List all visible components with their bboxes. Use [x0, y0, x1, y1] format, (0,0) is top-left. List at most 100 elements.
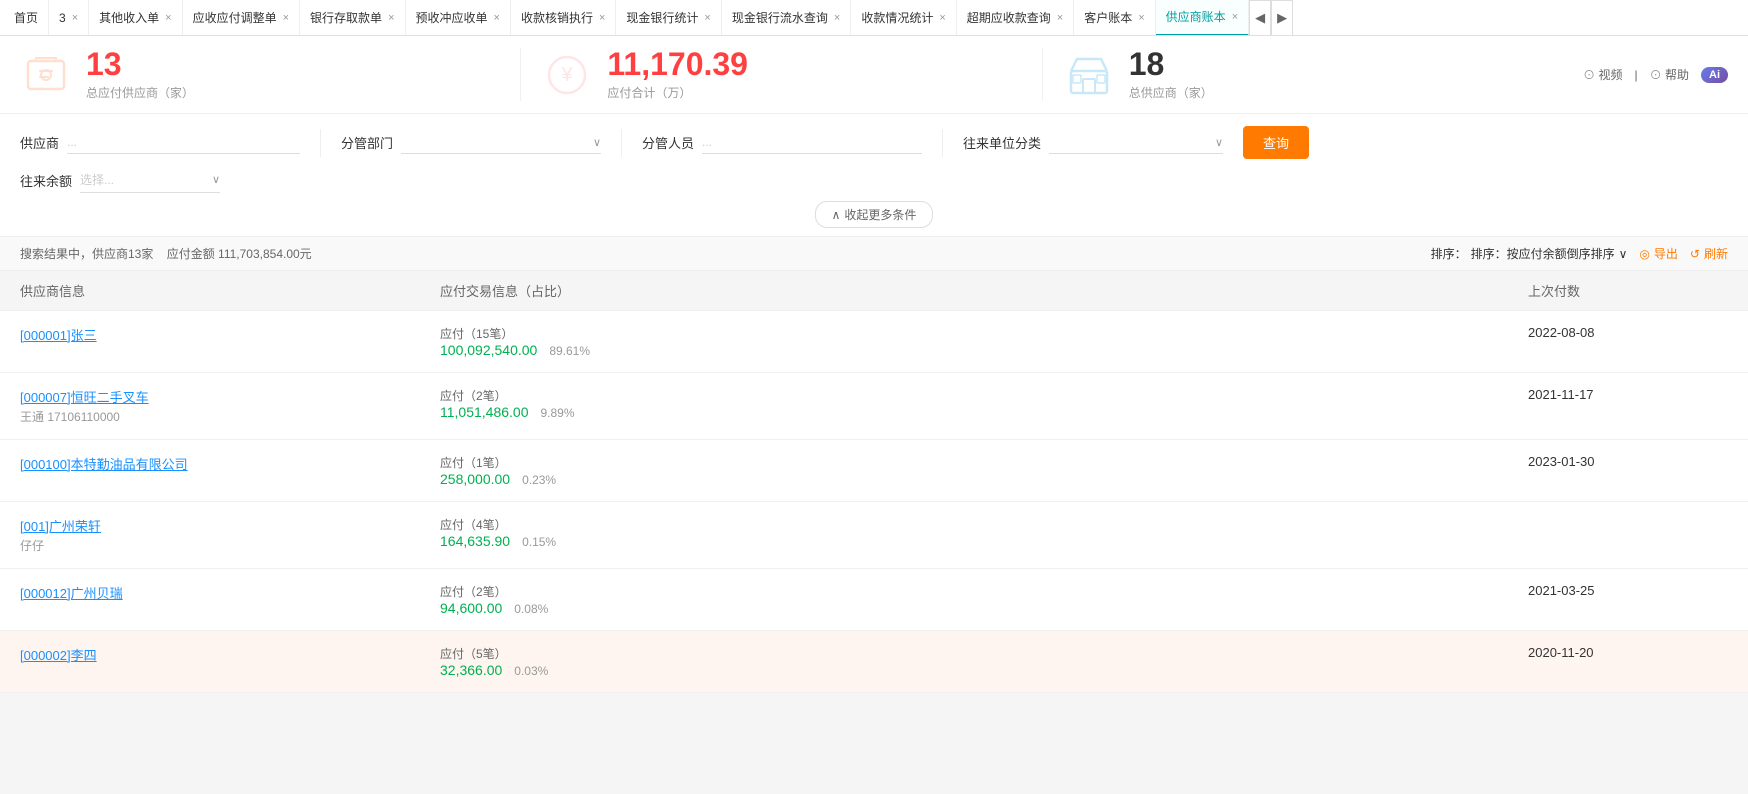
- nav-tab-collection-stats[interactable]: 收款情况统计 ×: [851, 0, 956, 36]
- trans-amount[interactable]: 32,366.00: [440, 662, 502, 678]
- transaction-info-col: 应付（2笔） 11,051,486.00 9.89%: [440, 387, 1528, 420]
- tab-close-icon[interactable]: ×: [834, 12, 840, 24]
- trans-percent: 0.08%: [514, 602, 548, 616]
- supplier-info-col: [001]广州荣轩 仔仔: [20, 516, 440, 554]
- category-filter-select[interactable]: ∨: [1049, 132, 1223, 154]
- collapse-button[interactable]: ∧ 收起更多条件: [815, 201, 934, 228]
- table-row: [000012]广州贝瑞 应付（2笔） 94,600.00 0.08% 2021…: [0, 569, 1748, 631]
- supplier-link[interactable]: [001]广州荣轩: [20, 519, 101, 534]
- nav-tab-bank-deposit[interactable]: 银行存取款单 ×: [300, 0, 405, 36]
- balance-filter-select[interactable]: 选择... ∨: [80, 167, 220, 193]
- search-button[interactable]: 查询: [1243, 126, 1309, 159]
- last-pay-date: 2020-11-20: [1528, 645, 1594, 660]
- trans-percent: 9.89%: [541, 406, 575, 420]
- trans-percent: 89.61%: [549, 344, 590, 358]
- tab-close-icon[interactable]: ×: [704, 12, 710, 24]
- nav-next-arrow[interactable]: ▶: [1271, 0, 1293, 36]
- last-pay-date: 2022-08-08: [1528, 325, 1595, 340]
- nav-tab-receipt-verification[interactable]: 收款核销执行 ×: [511, 0, 616, 36]
- collapse-chevron-icon: ∧: [832, 208, 841, 222]
- tab-close-icon[interactable]: ×: [939, 12, 945, 24]
- tab-close-icon[interactable]: ×: [165, 12, 171, 24]
- last-pay-date: 2023-01-30: [1528, 454, 1595, 469]
- col-header-transaction: 应付交易信息（占比）: [440, 281, 1528, 300]
- export-button[interactable]: ◎ 导出: [1639, 245, 1678, 262]
- table-body: [000001]张三 应付（15笔） 100,092,540.00 89.61%…: [0, 311, 1748, 693]
- supplier-link[interactable]: [000001]张三: [20, 328, 97, 343]
- trans-percent: 0.23%: [522, 473, 556, 487]
- refresh-button[interactable]: ↺ 刷新: [1690, 245, 1728, 262]
- help-link[interactable]: ⊙ 帮助: [1650, 66, 1689, 83]
- balance-filter-label: 往来余额: [20, 171, 72, 190]
- supplier-link[interactable]: [000100]本特勤油品有限公司: [20, 457, 188, 472]
- nav-tab-cash-bank-stats[interactable]: 现金银行统计 ×: [616, 0, 721, 36]
- tab-close-icon[interactable]: ×: [599, 12, 605, 24]
- trans-amount[interactable]: 100,092,540.00: [440, 342, 537, 358]
- trans-amount[interactable]: 94,600.00: [440, 600, 502, 616]
- supplier-filter-input[interactable]: [67, 131, 300, 154]
- nav-tab-overdue-ar[interactable]: 超期应收款查询 ×: [957, 0, 1074, 36]
- svg-text:¥: ¥: [561, 64, 574, 86]
- supplier-link[interactable]: [000007]恒旺二手叉车: [20, 390, 149, 405]
- store-icon: [1063, 49, 1115, 101]
- tab-close-icon[interactable]: ×: [1138, 12, 1144, 24]
- supplier-sub: 仔仔: [20, 537, 440, 554]
- col-header-supplier: 供应商信息: [20, 281, 440, 300]
- last-pay-col: 2020-11-20: [1528, 645, 1728, 660]
- trans-label: 应付（4笔）: [440, 516, 1528, 533]
- trans-label: 应付（5笔）: [440, 645, 1528, 662]
- nav-tab-ar-ap-adjust[interactable]: 应收应付调整单 ×: [183, 0, 300, 36]
- nav-tab-advance-collection[interactable]: 预收冲应收单 ×: [406, 0, 511, 36]
- filter-item-category: 往来单位分类 ∨: [963, 132, 1223, 154]
- col-header-last-pay: 上次付数: [1528, 281, 1728, 300]
- trans-amount[interactable]: 258,000.00: [440, 471, 510, 487]
- nav-tab-home[interactable]: 首页: [4, 0, 49, 36]
- stat-info-amount: 11,170.39 应付合计（万）: [607, 48, 748, 101]
- stat-block-amount: ¥ 11,170.39 应付合计（万）: [541, 48, 1042, 101]
- nav-tab-other-income[interactable]: 其他收入单 ×: [89, 0, 182, 36]
- tab-close-icon[interactable]: ×: [283, 12, 289, 24]
- last-pay-col: 2023-01-30: [1528, 454, 1728, 469]
- last-pay-col: 2021-03-25: [1528, 583, 1728, 598]
- transaction-info-col: 应付（5笔） 32,366.00 0.03%: [440, 645, 1528, 678]
- tab-close-icon[interactable]: ×: [388, 12, 394, 24]
- nav-tab-customer-account[interactable]: 客户账本 ×: [1074, 0, 1155, 36]
- export-icon: ◎: [1639, 247, 1649, 261]
- tab-close-icon[interactable]: ×: [72, 12, 78, 24]
- filter-divider-2: [621, 129, 622, 157]
- dept-dropdown-arrow: ∨: [593, 136, 601, 149]
- trans-amount[interactable]: 164,635.90: [440, 533, 510, 549]
- supplier-link[interactable]: [000012]广州贝瑞: [20, 586, 123, 601]
- tab-close-icon[interactable]: ×: [1232, 11, 1238, 23]
- nav-tab-cash-bank-flow[interactable]: 现金银行流水查询 ×: [722, 0, 851, 36]
- trans-label: 应付（15笔）: [440, 325, 1528, 342]
- filter-divider-1: [320, 129, 321, 157]
- nav-prev-arrow[interactable]: ◀: [1249, 0, 1271, 36]
- ai-badge[interactable]: Ai: [1701, 67, 1728, 83]
- trans-amount[interactable]: 11,051,486.00: [440, 404, 529, 420]
- supplier-sub: 王通 17106110000: [20, 408, 440, 425]
- nav-tab-supplier-account[interactable]: 供应商账本 ×: [1156, 0, 1249, 36]
- balance-dropdown-arrow: ∨: [212, 173, 220, 186]
- sort-selector[interactable]: 排序： 排序：按应付余额倒序排序 ∨: [1431, 245, 1628, 262]
- supplier-info-col: [000012]广州贝瑞: [20, 583, 440, 602]
- category-filter-label: 往来单位分类: [963, 133, 1041, 152]
- person-filter-input[interactable]: [702, 131, 922, 154]
- supplier-info-col: [000007]恒旺二手叉车 王通 17106110000: [20, 387, 440, 425]
- tab-close-icon[interactable]: ×: [1057, 12, 1063, 24]
- category-dropdown-arrow: ∨: [1215, 136, 1223, 149]
- last-pay-col: 2022-08-08: [1528, 325, 1728, 340]
- dept-filter-select[interactable]: ∨: [401, 132, 601, 154]
- nav-tab-3[interactable]: 3 ×: [49, 0, 89, 36]
- supplier-filter-label: 供应商: [20, 133, 59, 152]
- supplier-link[interactable]: [000002]李四: [20, 648, 97, 663]
- tab-close-icon[interactable]: ×: [494, 12, 500, 24]
- last-pay-date: 2021-11-17: [1528, 387, 1594, 402]
- video-link[interactable]: ⊙ 视频: [1583, 66, 1622, 83]
- table-header: 供应商信息 应付交易信息（占比） 上次付数: [0, 271, 1748, 311]
- filter-item-dept: 分管部门 ∨: [341, 132, 601, 154]
- supplier-info-col: [000100]本特勤油品有限公司: [20, 454, 440, 473]
- table-row: [000007]恒旺二手叉车 王通 17106110000 应付（2笔） 11,…: [0, 373, 1748, 440]
- supplier-icon: [20, 49, 72, 101]
- trans-label: 应付（1笔）: [440, 454, 1528, 471]
